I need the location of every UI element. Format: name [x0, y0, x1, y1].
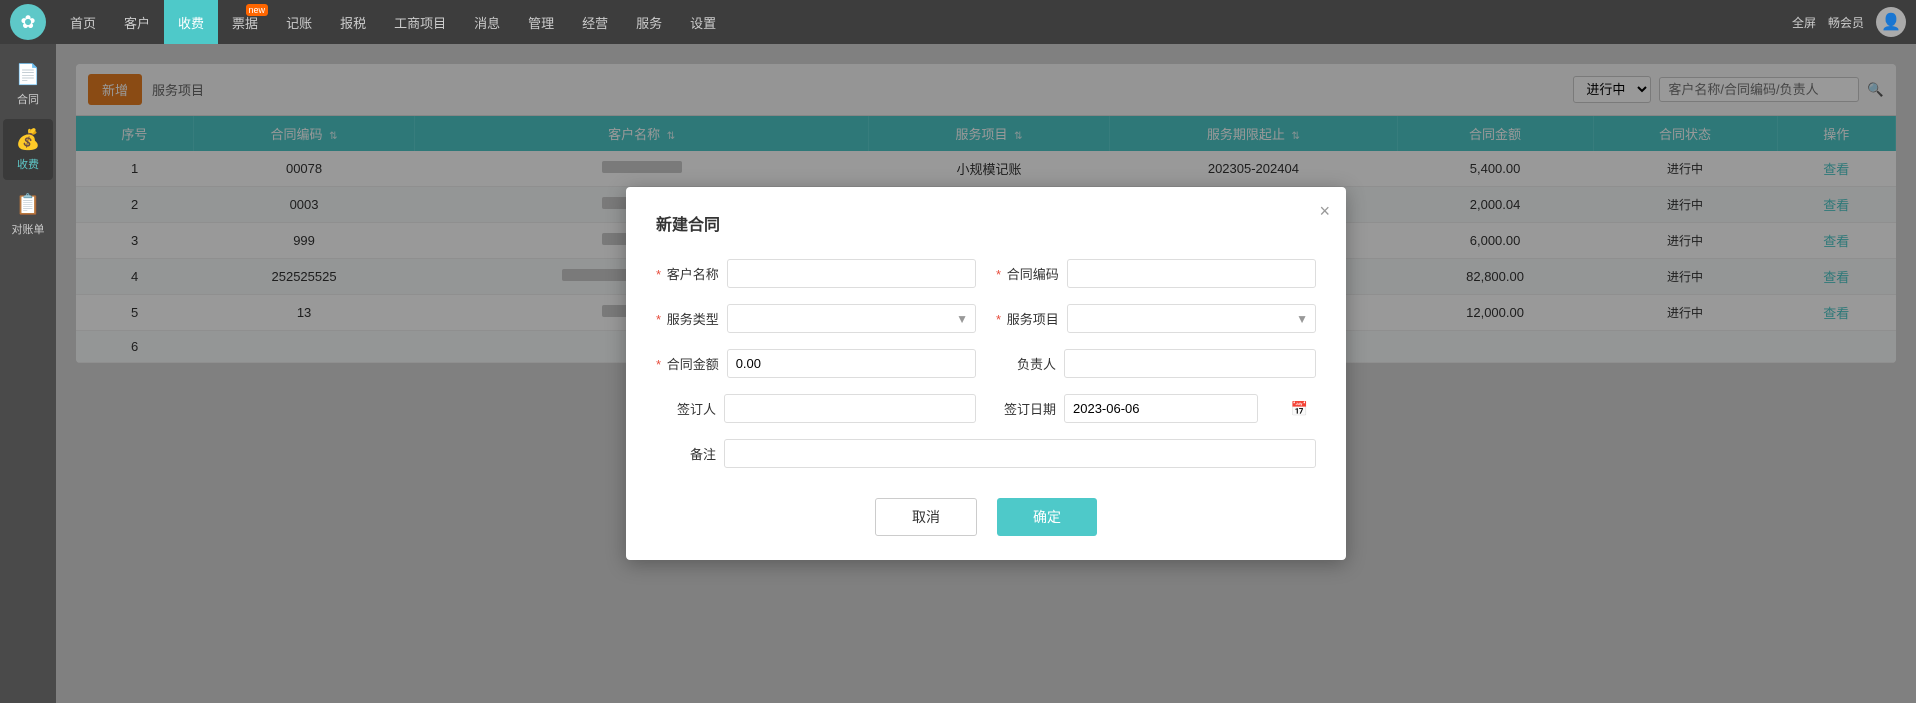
nav-item-message[interactable]: 消息 — [460, 0, 514, 44]
nav-label-service: 服务 — [636, 13, 662, 32]
new-badge: new — [246, 4, 269, 16]
nav-item-tax[interactable]: 报税 — [326, 0, 380, 44]
calendar-icon: 📅 — [1291, 400, 1308, 417]
nav-label-admin: 管理 — [528, 13, 554, 32]
new-contract-modal: 新建合同 × * 客户名称 * 合同编码 — [626, 187, 1346, 560]
nav-label-message: 消息 — [474, 13, 500, 32]
notes-label: 备注 — [656, 444, 716, 463]
modal-form: * 客户名称 * 合同编码 — [656, 259, 1316, 468]
responsible-label: 负责人 — [996, 354, 1056, 373]
form-row-signatory: 签订人 — [656, 394, 976, 423]
modal-close-button[interactable]: × — [1319, 201, 1330, 222]
nav-item-bookkeeping[interactable]: 记账 — [272, 0, 326, 44]
form-row-sign-date: 签订日期 📅 — [996, 394, 1316, 423]
sidebar-item-fee[interactable]: 💰 收费 — [3, 119, 53, 180]
form-row-service-item: * 服务项目 ▼ — [996, 304, 1316, 333]
signatory-input[interactable] — [724, 394, 976, 423]
modal-title: 新建合同 — [656, 211, 1316, 235]
nav-items: 首页 客户 收费 票据 new 记账 报税 工商项目 消息 管理 经营 — [56, 0, 1792, 44]
confirm-button[interactable]: 确定 — [997, 498, 1097, 536]
nav-label-bookkeeping: 记账 — [286, 13, 312, 32]
nav-label-tax: 报税 — [340, 13, 366, 32]
form-row-contract-no: * 合同编码 — [996, 259, 1316, 288]
nav-item-ticket[interactable]: 票据 new — [218, 0, 272, 44]
nav-item-settings[interactable]: 设置 — [676, 0, 730, 44]
fee-icon: 💰 — [16, 127, 41, 152]
sidebar-label-contract: 合同 — [17, 91, 39, 107]
required-star5: * — [656, 357, 661, 372]
contract-icon: 📄 — [16, 62, 41, 87]
statement-icon: 📋 — [16, 192, 41, 217]
service-type-label: * 服务类型 — [656, 309, 719, 328]
service-item-form-label: * 服务项目 — [996, 309, 1059, 328]
nav-item-business[interactable]: 工商项目 — [380, 0, 460, 44]
sidebar-label-statement: 对账单 — [12, 221, 45, 237]
nav-item-business2[interactable]: 经营 — [568, 0, 622, 44]
topnav-right-area: 全屏 畅会员 👤 — [1792, 7, 1906, 37]
required-star4: * — [996, 312, 1001, 327]
notes-input[interactable] — [724, 439, 1316, 468]
form-row-responsible: 负责人 — [996, 349, 1316, 378]
nav-item-fee[interactable]: 收费 — [164, 0, 218, 44]
cancel-button[interactable]: 取消 — [875, 498, 977, 536]
sidebar-item-statement[interactable]: 📋 对账单 — [3, 184, 53, 245]
nav-label-fee: 收费 — [178, 13, 204, 32]
nav-item-service[interactable]: 服务 — [622, 0, 676, 44]
sidebar-item-contract[interactable]: 📄 合同 — [3, 54, 53, 115]
contract-amount-input[interactable] — [727, 349, 976, 378]
nav-item-customer[interactable]: 客户 — [110, 0, 164, 44]
form-row-notes: 备注 — [656, 439, 1316, 468]
nav-label-home: 首页 — [70, 13, 96, 32]
responsible-input[interactable] — [1064, 349, 1316, 378]
required-star: * — [656, 267, 661, 282]
contract-no-input[interactable] — [1067, 259, 1316, 288]
app-logo: ✿ — [10, 4, 46, 40]
content-area: 新增 服务项目 进行中 已完成 已取消 🔍 序号 合同编 — [56, 44, 1916, 703]
nav-label-customer: 客户 — [124, 13, 150, 32]
sign-date-label: 签订日期 — [996, 399, 1056, 418]
nav-label-business2: 经营 — [582, 13, 608, 32]
nav-label-business: 工商项目 — [394, 13, 446, 32]
main-layout: 📄 合同 💰 收费 📋 对账单 新增 服务项目 进行中 已完成 已取消 — [0, 44, 1916, 703]
sign-date-wrap: 📅 — [1064, 394, 1316, 423]
service-type-select-wrap: ▼ — [727, 304, 976, 333]
form-row-customer-name: * 客户名称 — [656, 259, 976, 288]
user-avatar[interactable]: 👤 — [1876, 7, 1906, 37]
form-row-amount: * 合同金额 — [656, 349, 976, 378]
required-star3: * — [656, 312, 661, 327]
modal-overlay: 新建合同 × * 客户名称 * 合同编码 — [56, 44, 1916, 703]
member-button[interactable]: 畅会员 — [1828, 14, 1864, 31]
sidebar-label-fee: 收费 — [17, 156, 39, 172]
modal-footer: 取消 确定 — [656, 498, 1316, 536]
required-star2: * — [996, 267, 1001, 282]
contract-amount-label: * 合同金额 — [656, 354, 719, 373]
top-navigation: ✿ 首页 客户 收费 票据 new 记账 报税 工商项目 消息 管理 — [0, 0, 1916, 44]
form-row-service-type: * 服务类型 ▼ — [656, 304, 976, 333]
service-item-select[interactable] — [1067, 304, 1316, 333]
nav-label-settings: 设置 — [690, 13, 716, 32]
fullscreen-button[interactable]: 全屏 — [1792, 14, 1816, 31]
nav-item-admin[interactable]: 管理 — [514, 0, 568, 44]
sidebar: 📄 合同 💰 收费 📋 对账单 — [0, 44, 56, 703]
service-item-select-wrap: ▼ — [1067, 304, 1316, 333]
sign-date-input[interactable] — [1064, 394, 1258, 423]
signatory-label: 签订人 — [656, 399, 716, 418]
customer-name-label: * 客户名称 — [656, 264, 719, 283]
nav-item-home[interactable]: 首页 — [56, 0, 110, 44]
service-type-select[interactable] — [727, 304, 976, 333]
customer-name-input[interactable] — [727, 259, 976, 288]
contract-no-label: * 合同编码 — [996, 264, 1059, 283]
